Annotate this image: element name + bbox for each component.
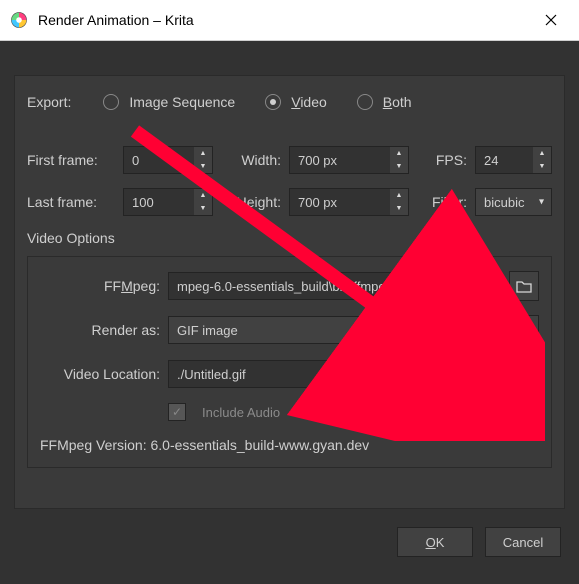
- video-options-label: Video Options: [27, 230, 552, 246]
- main-panel: Export: Image Sequence Video Both First …: [14, 75, 565, 509]
- export-label: Export:: [27, 94, 71, 110]
- first-frame-value: 0: [132, 153, 139, 168]
- radio-both-label[interactable]: Both: [383, 94, 412, 110]
- height-label: Height:: [221, 194, 281, 210]
- fps-label: FPS:: [417, 152, 467, 168]
- radio-image-sequence[interactable]: [103, 94, 119, 110]
- spinner-arrows[interactable]: ▲▼: [390, 189, 408, 215]
- video-location-input[interactable]: ./Untitled.gif: [168, 360, 501, 388]
- ffmpeg-row: FFMpeg: mpeg-6.0-essentials_build\bin\ff…: [40, 271, 539, 301]
- video-options-box: FFMpeg: mpeg-6.0-essentials_build\bin\ff…: [27, 256, 552, 468]
- video-location-label: Video Location:: [40, 366, 160, 382]
- folder-icon: [516, 367, 532, 381]
- include-audio-row: ✓ Include Audio: [40, 403, 539, 421]
- radio-video-label[interactable]: Video: [291, 94, 327, 110]
- spinner-arrows[interactable]: ▲▼: [390, 147, 408, 173]
- cancel-button[interactable]: Cancel: [485, 527, 561, 557]
- width-label: Width:: [221, 152, 281, 168]
- frame-size-grid: First frame: 0 ▲▼ Width: 700 px ▲▼ FPS: …: [27, 146, 552, 216]
- spinner-arrows[interactable]: ▲▼: [194, 147, 212, 173]
- fps-value: 24: [484, 153, 498, 168]
- radio-both[interactable]: [357, 94, 373, 110]
- filter-combo[interactable]: bicubic: [475, 188, 552, 216]
- client-area: Export: Image Sequence Video Both First …: [0, 41, 579, 584]
- last-frame-value: 100: [132, 195, 154, 210]
- render-as-label: Render as:: [40, 322, 160, 338]
- height-input[interactable]: 700 px ▲▼: [289, 188, 409, 216]
- render-as-value: GIF image: [177, 323, 238, 338]
- titlebar: Render Animation – Krita: [0, 0, 579, 41]
- radio-video[interactable]: [265, 94, 281, 110]
- spinner-arrows[interactable]: ▲▼: [533, 147, 551, 173]
- width-input[interactable]: 700 px ▲▼: [289, 146, 409, 174]
- render-as-row: Render as: GIF image …: [40, 315, 539, 345]
- ok-button[interactable]: OK: [397, 527, 473, 557]
- include-audio-checkbox[interactable]: ✓: [168, 403, 186, 421]
- filter-value: bicubic: [484, 195, 524, 210]
- first-frame-label: First frame:: [27, 152, 115, 168]
- ffmpeg-version-label: FFMpeg Version:: [40, 437, 147, 453]
- spinner-arrows[interactable]: ▲▼: [194, 189, 212, 215]
- width-value: 700 px: [298, 153, 337, 168]
- close-icon: [545, 14, 557, 26]
- fps-input[interactable]: 24 ▲▼: [475, 146, 552, 174]
- export-row: Export: Image Sequence Video Both: [27, 94, 552, 110]
- ellipsis-icon: …: [518, 323, 531, 338]
- ffmpeg-label: FFMpeg:: [40, 278, 160, 294]
- folder-icon: [516, 279, 532, 293]
- ffmpeg-version-value: 6.0-essentials_build-www.gyan.dev: [151, 437, 370, 453]
- height-value: 700 px: [298, 195, 337, 210]
- filter-label: Filter:: [417, 194, 467, 210]
- first-frame-input[interactable]: 0 ▲▼: [123, 146, 213, 174]
- render-animation-dialog: Render Animation – Krita Export: Image S…: [0, 0, 579, 584]
- last-frame-input[interactable]: 100 ▲▼: [123, 188, 213, 216]
- window-title: Render Animation – Krita: [38, 12, 531, 28]
- krita-icon: [10, 11, 28, 29]
- ffmpeg-browse-button[interactable]: [509, 271, 539, 301]
- render-as-combo[interactable]: GIF image: [168, 316, 501, 344]
- video-location-browse-button[interactable]: [509, 359, 539, 389]
- video-location-row: Video Location: ./Untitled.gif: [40, 359, 539, 389]
- include-audio-label: Include Audio: [202, 405, 280, 420]
- ffmpeg-path-input[interactable]: mpeg-6.0-essentials_build\bin\ffmpeg.exe: [168, 272, 501, 300]
- close-button[interactable]: [531, 0, 571, 40]
- dialog-buttons: OK Cancel: [14, 527, 565, 557]
- ffmpeg-version-row: FFMpeg Version: 6.0-essentials_build-www…: [40, 437, 539, 453]
- last-frame-label: Last frame:: [27, 194, 115, 210]
- render-as-options-button[interactable]: …: [509, 315, 539, 345]
- radio-image-sequence-label[interactable]: Image Sequence: [129, 94, 235, 110]
